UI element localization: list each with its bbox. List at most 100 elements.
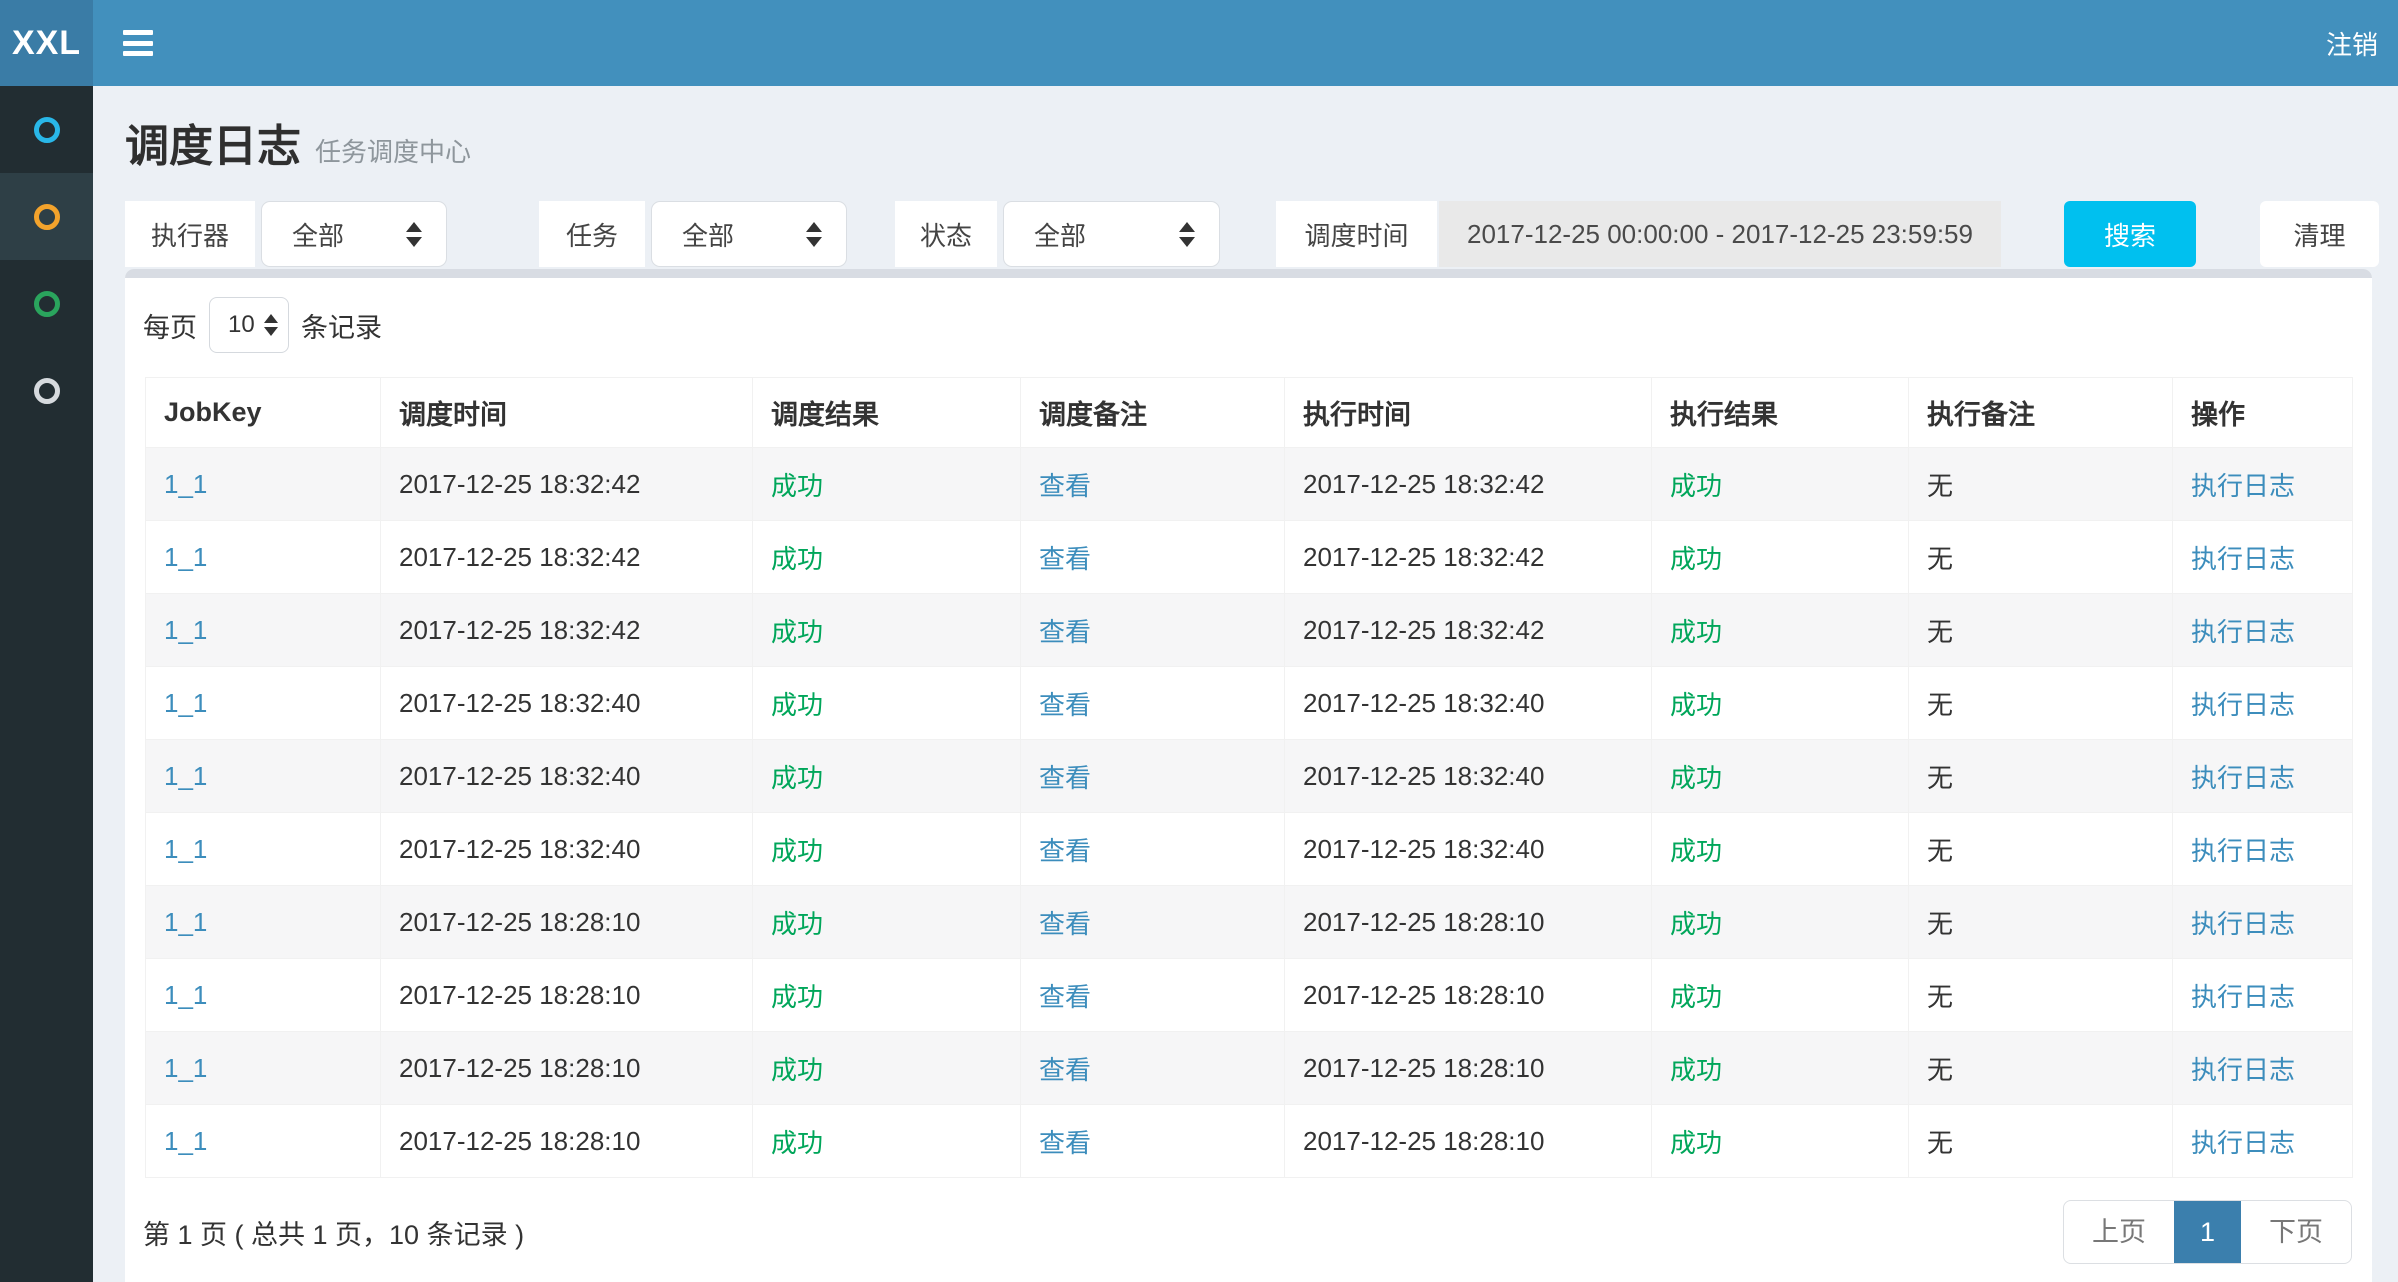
trigger-time-cell: 2017-12-25 18:32:42: [399, 469, 640, 499]
page-subtitle: 任务调度中心: [315, 137, 471, 167]
handle-time-cell: 2017-12-25 18:32:42: [1303, 469, 1544, 499]
sidebar-item-2[interactable]: [0, 173, 93, 260]
circle-icon: [34, 378, 60, 404]
table-row: 1_1 2017-12-25 18:28:10 成功 查看 2017-12-25…: [146, 959, 2353, 1032]
trigger-result-cell: 成功: [771, 1055, 823, 1085]
trigger-msg-link[interactable]: 查看: [1039, 1128, 1091, 1158]
trigger-msg-link[interactable]: 查看: [1039, 836, 1091, 866]
app-logo[interactable]: XXL: [0, 0, 93, 86]
sidebar: [0, 86, 93, 1282]
table-row: 1_1 2017-12-25 18:32:42 成功 查看 2017-12-25…: [146, 521, 2353, 594]
table-row: 1_1 2017-12-25 18:28:10 成功 查看 2017-12-25…: [146, 886, 2353, 959]
clear-button[interactable]: 清理: [2260, 201, 2379, 267]
trigger-result-cell: 成功: [771, 909, 823, 939]
execution-log-link[interactable]: 执行日志: [2191, 909, 2295, 939]
execution-log-link[interactable]: 执行日志: [2191, 1128, 2295, 1158]
circle-icon: [34, 117, 60, 143]
execution-log-link[interactable]: 执行日志: [2191, 690, 2295, 720]
handle-msg-cell: 无: [1927, 836, 1953, 866]
handle-time-cell: 2017-12-25 18:28:10: [1303, 907, 1544, 937]
jobkey-link[interactable]: 1_1: [164, 688, 207, 718]
job-select[interactable]: 全部: [651, 201, 847, 267]
schedule-time-filter-group: 调度时间 2017-12-25 00:00:00 - 2017-12-25 23…: [1276, 201, 2001, 267]
select-stepper-icon: [806, 222, 822, 247]
hamburger-icon: [123, 30, 153, 35]
log-panel: 每页 10 条记录 JobKey调度时间调度结果调度备注执行时间执行结果执行备注…: [125, 269, 2372, 1282]
jobkey-link[interactable]: 1_1: [164, 980, 207, 1010]
handle-time-cell: 2017-12-25 18:32:40: [1303, 761, 1544, 791]
table-header-row: JobKey调度时间调度结果调度备注执行时间执行结果执行备注操作: [146, 378, 2353, 448]
status-select[interactable]: 全部: [1003, 201, 1220, 267]
trigger-msg-link[interactable]: 查看: [1039, 690, 1091, 720]
handle-msg-cell: 无: [1927, 471, 1953, 501]
sidebar-item-1[interactable]: [0, 86, 93, 173]
execution-log-link[interactable]: 执行日志: [2191, 982, 2295, 1012]
handle-result-cell: 成功: [1670, 471, 1722, 501]
handle-time-cell: 2017-12-25 18:28:10: [1303, 1053, 1544, 1083]
jobkey-link[interactable]: 1_1: [164, 615, 207, 645]
handle-result-cell: 成功: [1670, 763, 1722, 793]
logout-link[interactable]: 注销: [2326, 25, 2378, 62]
jobkey-link[interactable]: 1_1: [164, 1053, 207, 1083]
handle-msg-cell: 无: [1927, 1128, 1953, 1158]
top-navbar: XXL 注销: [0, 0, 2398, 86]
sidebar-item-4[interactable]: [0, 347, 93, 434]
execution-log-link[interactable]: 执行日志: [2191, 1055, 2295, 1085]
handle-result-cell: 成功: [1670, 909, 1722, 939]
sidebar-item-3[interactable]: [0, 260, 93, 347]
search-button[interactable]: 搜索: [2064, 201, 2196, 267]
executor-filter-group: 执行器 全部: [125, 201, 447, 267]
prev-page-button[interactable]: 上页: [2064, 1201, 2174, 1263]
execution-log-link[interactable]: 执行日志: [2191, 544, 2295, 574]
pagination: 上页 1 下页: [2063, 1200, 2352, 1264]
sidebar-toggle-button[interactable]: [123, 30, 157, 56]
handle-result-cell: 成功: [1670, 1055, 1722, 1085]
column-header: JobKey: [146, 378, 381, 448]
jobkey-link[interactable]: 1_1: [164, 834, 207, 864]
trigger-time-cell: 2017-12-25 18:32:40: [399, 761, 640, 791]
navbar-rest: 注销: [93, 0, 2398, 86]
table-body: 1_1 2017-12-25 18:32:42 成功 查看 2017-12-25…: [146, 448, 2353, 1178]
jobkey-link[interactable]: 1_1: [164, 761, 207, 791]
column-header: 执行时间: [1285, 378, 1652, 448]
page-size-row: 每页 10 条记录: [143, 297, 2372, 353]
next-page-button[interactable]: 下页: [2241, 1201, 2351, 1263]
execution-log-link[interactable]: 执行日志: [2191, 763, 2295, 793]
trigger-msg-link[interactable]: 查看: [1039, 909, 1091, 939]
select-stepper-icon: [1179, 222, 1195, 247]
jobkey-link[interactable]: 1_1: [164, 469, 207, 499]
main-content: 调度日志任务调度中心 执行器 全部 任务 全部 状态 全部: [93, 86, 2398, 1282]
execution-log-link[interactable]: 执行日志: [2191, 471, 2295, 501]
table-row: 1_1 2017-12-25 18:28:10 成功 查看 2017-12-25…: [146, 1032, 2353, 1105]
log-table: JobKey调度时间调度结果调度备注执行时间执行结果执行备注操作 1_1 201…: [145, 377, 2353, 1178]
schedule-time-input[interactable]: 2017-12-25 00:00:00 - 2017-12-25 23:59:5…: [1439, 201, 2001, 267]
job-select-value: 全部: [682, 216, 734, 253]
page-title: 调度日志: [125, 122, 301, 171]
jobkey-link[interactable]: 1_1: [164, 907, 207, 937]
executor-select[interactable]: 全部: [261, 201, 447, 267]
trigger-result-cell: 成功: [771, 763, 823, 793]
trigger-msg-link[interactable]: 查看: [1039, 544, 1091, 574]
page-size-select[interactable]: 10: [209, 297, 289, 353]
current-page-button[interactable]: 1: [2174, 1201, 2241, 1263]
trigger-result-cell: 成功: [771, 982, 823, 1012]
trigger-msg-link[interactable]: 查看: [1039, 471, 1091, 501]
trigger-msg-link[interactable]: 查看: [1039, 982, 1091, 1012]
trigger-msg-link[interactable]: 查看: [1039, 617, 1091, 647]
execution-log-link[interactable]: 执行日志: [2191, 836, 2295, 866]
execution-log-link[interactable]: 执行日志: [2191, 617, 2295, 647]
table-row: 1_1 2017-12-25 18:32:42 成功 查看 2017-12-25…: [146, 594, 2353, 667]
select-stepper-icon: [264, 314, 278, 336]
trigger-result-cell: 成功: [771, 544, 823, 574]
jobkey-link[interactable]: 1_1: [164, 542, 207, 572]
status-select-value: 全部: [1034, 216, 1086, 253]
circle-icon: [34, 291, 60, 317]
column-header: 操作: [2173, 378, 2353, 448]
page-size-suffix: 条记录: [301, 306, 382, 345]
jobkey-link[interactable]: 1_1: [164, 1126, 207, 1156]
table-footer: 第 1 页 ( 总共 1 页，10 条记录 ) 上页 1 下页: [143, 1200, 2352, 1264]
trigger-msg-link[interactable]: 查看: [1039, 763, 1091, 793]
handle-msg-cell: 无: [1927, 544, 1953, 574]
trigger-result-cell: 成功: [771, 617, 823, 647]
trigger-msg-link[interactable]: 查看: [1039, 1055, 1091, 1085]
